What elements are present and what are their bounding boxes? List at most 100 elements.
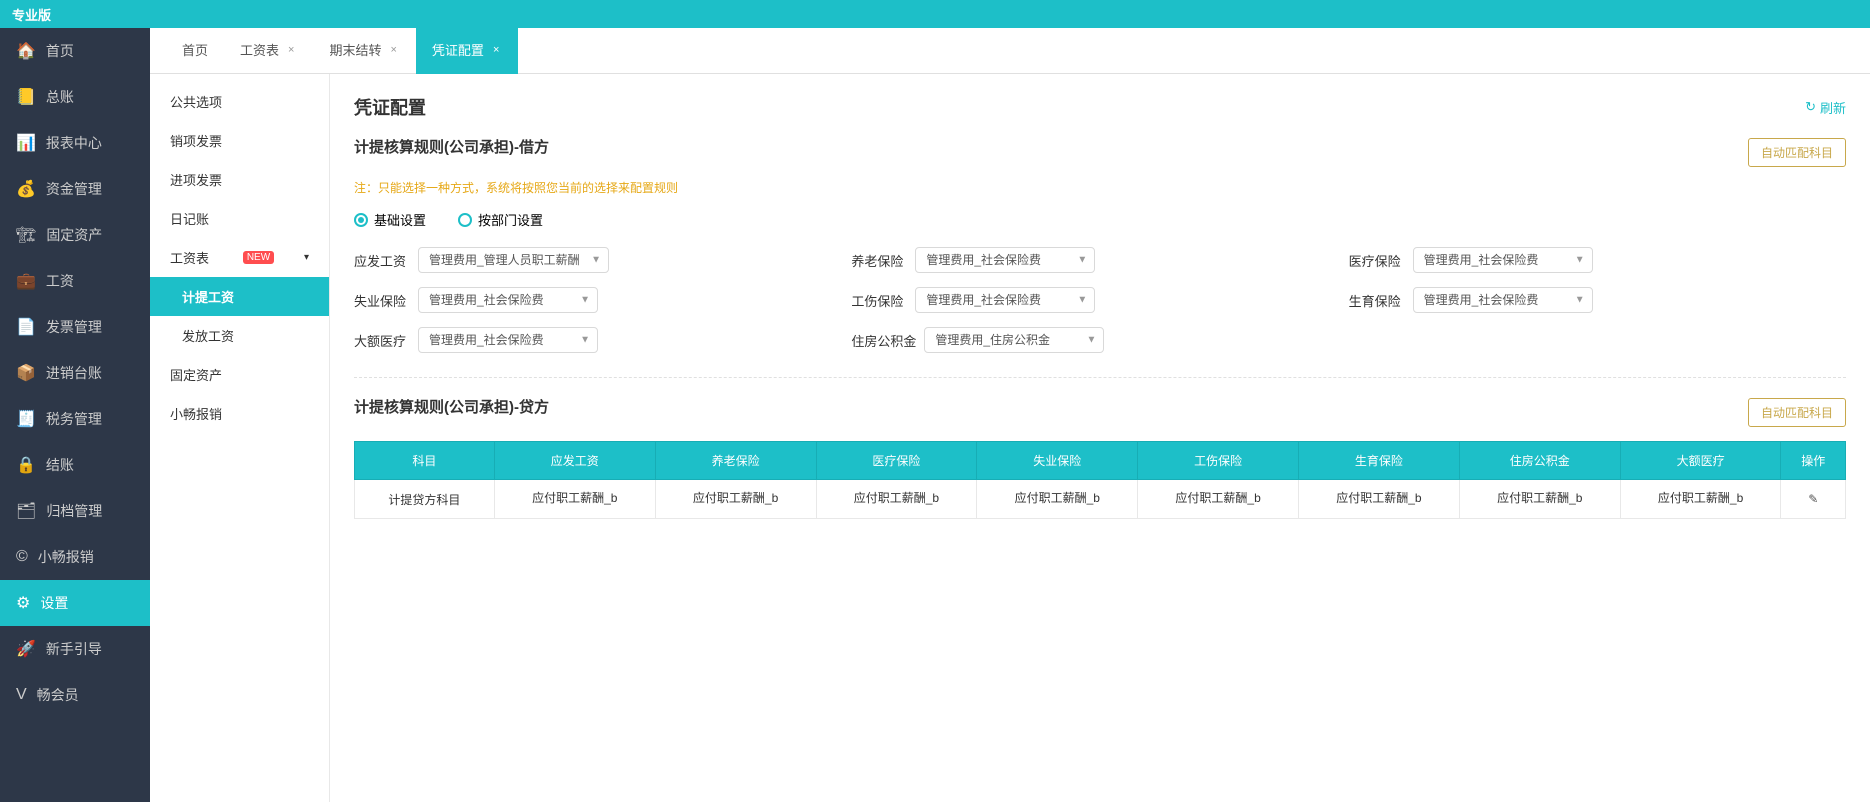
refresh-icon: ↻ [1805,99,1816,115]
select-maternity[interactable]: 管理费用_社会保险费 [1413,287,1593,313]
left-nav-label-public: 公共选项 [170,92,222,111]
left-nav-item-public[interactable]: 公共选项 [150,82,329,121]
th-maternity: 生育保险 [1299,442,1460,480]
td-salary-val: 应付职工薪酬_b [494,480,655,519]
sidebar-icon-xc-report: © [16,548,28,566]
tab-period-close[interactable]: 期末结转 × [313,28,415,74]
select-wrapper-salary: 管理费用_管理人员职工薪酬 ▼ [418,247,609,273]
left-nav-item-fixed-assets[interactable]: 固定资产 [150,355,329,394]
sidebar-item-assets[interactable]: 🏗固定资产 [0,212,150,258]
select-injury[interactable]: 管理费用_社会保险费 [915,287,1095,313]
th-salary: 应发工资 [494,442,655,480]
th-medical: 医疗保险 [816,442,977,480]
left-nav-item-purchase-invoice[interactable]: 进项发票 [150,160,329,199]
td-unemployment-val: 应付职工薪酬_b [977,480,1138,519]
select-salary[interactable]: 管理费用_管理人员职工薪酬 [418,247,609,273]
main-area: 首页工资表×期末结转×凭证配置× 公共选项销项发票进项发票日记账工资表NEW▾计… [150,28,1870,802]
sidebar-icon-reports: 📊 [16,133,36,153]
sidebar-item-fund[interactable]: 💰资金管理 [0,166,150,212]
left-nav-item-calc-salary[interactable]: 计提工资 [150,277,329,316]
select-medical[interactable]: 管理费用_社会保险费 [1413,247,1593,273]
th-pension: 养老保险 [655,442,816,480]
select-wrapper-injury: 管理费用_社会保险费 ▼ [915,287,1095,313]
left-nav-item-salary-table[interactable]: 工资表NEW▾ [150,238,329,277]
select-wrapper-unemployment: 管理费用_社会保险费 ▼ [418,287,598,313]
tab-voucher-config[interactable]: 凭证配置× [416,28,518,74]
debit-warning: 注：只能选择一种方式，系统将按照您当前的选择来配置规则 [354,179,1846,196]
debit-section-title: 计提核算规则(公司承担)-借方 [354,136,549,157]
debit-form-row-2: 失业保险 管理费用_社会保险费 ▼ 工伤保险 [354,287,1846,313]
sidebar-item-invoice[interactable]: 📄 发票管理 [0,304,150,350]
left-nav-label-sales-invoice: 销项发票 [170,131,222,150]
sidebar-item-reports[interactable]: 📊报表中心 [0,120,150,166]
form-group-housing-fund: 住房公积金 管理费用_住房公积金 ▼ [851,327,1348,353]
select-unemployment[interactable]: 管理费用_社会保险费 [418,287,598,313]
section-divider [354,377,1846,378]
form-group-major-medical: 大额医疗 管理费用_社会保险费 ▼ [354,327,851,353]
sidebar-item-member[interactable]: V畅会员 [0,672,150,718]
credit-table-header-row: 科目 应发工资 养老保险 医疗保险 失业保险 工伤保险 生育保险 住房公积金 大… [355,442,1846,480]
content-area: 凭证配置 ↻ 刷新 计提核算规则(公司承担)-借方 自动匹配科目 注：只能选择一… [330,74,1870,802]
left-nav-label-salary-table: 工资表 [170,248,209,267]
sidebar-item-home[interactable]: 🏠首页 [0,28,150,74]
select-housing-fund[interactable]: 管理费用_住房公积金 [924,327,1104,353]
sidebar-icon-ledger: 📒 [16,87,36,107]
th-injury: 工伤保险 [1138,442,1299,480]
tab-home[interactable]: 首页 [166,28,224,74]
sidebar-label-invoice: 发票管理 [46,317,102,337]
label-major-medical: 大额医疗 [354,331,410,350]
credit-auto-match-button[interactable]: 自动匹配科目 [1748,398,1846,427]
td-action[interactable]: ✎ [1781,480,1846,519]
radio-basic[interactable]: 基础设置 [354,210,426,229]
sidebar-label-purchase-sales: 进销台账 [46,363,102,383]
debit-auto-match-button[interactable]: 自动匹配科目 [1748,138,1846,167]
left-nav-item-pay-salary[interactable]: 发放工资 [150,316,329,355]
sidebar-label-settings: 设置 [40,593,68,613]
new-badge-salary-table: NEW [243,251,274,264]
tab-label-salary: 工资表 [240,40,279,59]
sidebar-item-close[interactable]: 🔒结账 [0,442,150,488]
sidebar-item-settings[interactable]: ⚙ 设置 [0,580,150,626]
sidebar-item-ledger[interactable]: 📒总账 [0,74,150,120]
sidebar-icon-invoice: 📄 [16,317,36,337]
radio-dept[interactable]: 按部门设置 [458,210,543,229]
left-nav-item-xc-expense[interactable]: 小畅报销 [150,394,329,433]
credit-table: 科目 应发工资 养老保险 医疗保险 失业保险 工伤保险 生育保险 住房公积金 大… [354,441,1846,519]
sidebar-item-xc-report[interactable]: © 小畅报销 [0,534,150,580]
sidebar-icon-home: 🏠 [16,41,36,61]
sidebar-item-archive[interactable]: 🗂归档管理 [0,488,150,534]
select-major-medical[interactable]: 管理费用_社会保险费 [418,327,598,353]
sidebar-item-tax[interactable]: 🧾税务管理 [0,396,150,442]
left-nav-label-purchase-invoice: 进项发票 [170,170,222,189]
sidebar-icon-settings: ⚙ [16,593,30,613]
tab-label-period-close: 期末结转 [329,40,381,59]
left-nav-item-sales-invoice[interactable]: 销项发票 [150,121,329,160]
page-header: 凭证配置 ↻ 刷新 [354,94,1846,120]
td-injury-val: 应付职工薪酬_b [1138,480,1299,519]
sidebar-icon-guide: 🚀 [16,639,36,659]
edit-icon[interactable]: ✎ [1808,492,1818,506]
th-unemployment: 失业保险 [977,442,1138,480]
sidebar-label-member: 畅会员 [37,685,79,705]
refresh-button[interactable]: ↻ 刷新 [1805,98,1846,117]
sidebar-item-purchase-sales[interactable]: 📦进销台账 [0,350,150,396]
sidebar-label-archive: 归档管理 [46,501,102,521]
sidebar-item-guide[interactable]: 🚀新手引导 [0,626,150,672]
sidebar-label-xc-report: 小畅报销 [38,547,94,567]
tab-salary[interactable]: 工资表 × [224,28,313,74]
td-maternity-val: 应付职工薪酬_b [1299,480,1460,519]
left-nav-item-journal[interactable]: 日记账 [150,199,329,238]
tab-close-period-close[interactable]: × [387,43,399,57]
select-pension[interactable]: 管理费用_社会保险费 [915,247,1095,273]
form-group-maternity: 生育保险 管理费用_社会保险费 ▼ [1349,287,1846,313]
tab-close-voucher-config[interactable]: × [490,43,502,57]
debit-form-row-1: 应发工资 管理费用_管理人员职工薪酬 ▼ 养老保险 [354,247,1846,273]
left-nav-label-xc-expense: 小畅报销 [170,404,222,423]
tab-close-salary[interactable]: × [285,43,297,57]
refresh-label: 刷新 [1820,98,1846,117]
sidebar-item-salary[interactable]: 💼工资 [0,258,150,304]
label-salary: 应发工资 [354,251,410,270]
select-wrapper-maternity: 管理费用_社会保险费 ▼ [1413,287,1593,313]
form-group-salary: 应发工资 管理费用_管理人员职工薪酬 ▼ [354,247,851,273]
select-wrapper-major-medical: 管理费用_社会保险费 ▼ [418,327,598,353]
